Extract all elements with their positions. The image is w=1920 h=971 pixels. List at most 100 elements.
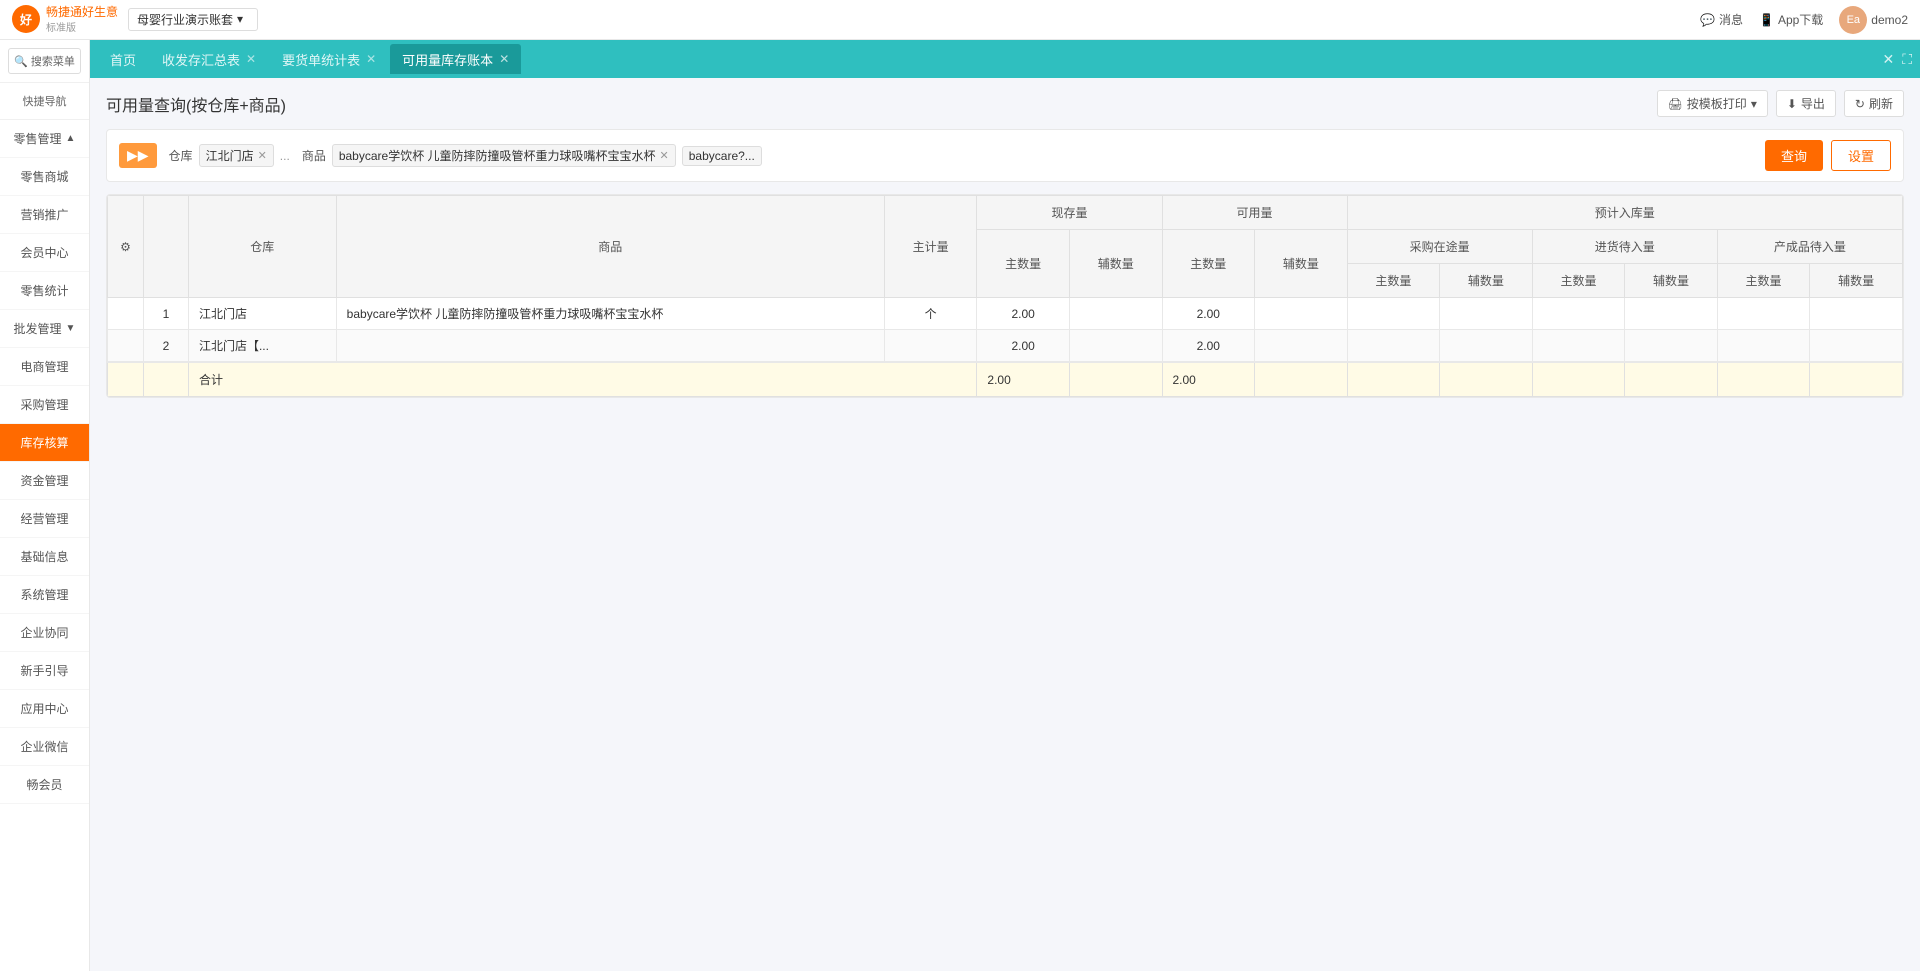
tab-close-all-icon[interactable]: ✕ — [1882, 51, 1894, 68]
sidebar-item-enterprise[interactable]: 企业协同 — [0, 614, 89, 652]
sidebar-item-wechat[interactable]: 企业微信 — [0, 728, 89, 766]
tab-order-stats-close[interactable]: ✕ — [366, 52, 376, 66]
product-filter-value1: babycare学饮杯 儿童防摔防撞吸管杯重力球吸嘴杯宝宝水杯 — [339, 147, 656, 164]
message-btn[interactable]: 💬 消息 — [1700, 11, 1743, 28]
footer-avail-aux — [1255, 362, 1348, 397]
tab-available-ledger-close[interactable]: ✕ — [499, 52, 509, 66]
product-filter-tag1[interactable]: babycare学饮杯 儿童防摔防撞吸管杯重力球吸嘴杯宝宝水杯 ✕ — [332, 144, 676, 167]
td-purchase-aux-group — [1440, 330, 1533, 363]
td-seq: 1 — [144, 298, 189, 330]
th-settings[interactable]: ⚙ — [108, 196, 144, 298]
sidebar-item-inventory[interactable]: 库存核算 — [0, 424, 89, 462]
th-production-aux: 辅数量 — [1810, 264, 1903, 298]
sidebar-item-label: 企业协同 — [20, 624, 68, 641]
td-product: babycare学饮杯 儿童防摔防撞吸管杯重力球吸嘴杯宝宝水杯 — [336, 298, 884, 330]
refresh-label: 刷新 — [1869, 95, 1893, 112]
th-stock-group: 现存量 — [977, 196, 1162, 230]
tab-available-ledger[interactable]: 可用量库存账本 ✕ — [390, 44, 521, 74]
avatar: Ea — [1839, 6, 1867, 34]
query-button[interactable]: 查询 — [1765, 140, 1823, 171]
td-production-aux-group — [1810, 330, 1903, 363]
sidebar-item-retail-mall[interactable]: 零售商城 — [0, 158, 89, 196]
inventory-table: ⚙ 仓库 商品 主计量 现存量 可用量 预计入库量 主数量 辅数 — [107, 195, 1903, 397]
quick-nav-label: 快捷导航 — [23, 96, 67, 108]
app-icon: 📱 — [1759, 13, 1774, 27]
sidebar-item-label: 会员中心 — [20, 244, 68, 261]
sidebar-item-purchase[interactable]: 采购管理 — [0, 386, 89, 424]
sidebar-item-finance[interactable]: 资金管理 — [0, 462, 89, 500]
content-area: 首页 收发存汇总表 ✕ 要货单统计表 ✕ 可用量库存账本 ✕ ✕ ⛶ — [90, 40, 1920, 971]
quick-nav-button[interactable]: 快捷导航 — [6, 89, 83, 113]
sidebar-item-marketing[interactable]: 营销推广 — [0, 196, 89, 234]
sidebar-item-retail-mgmt[interactable]: 零售管理 ▲ — [0, 120, 89, 158]
td-avail-main: 2.00 — [1162, 298, 1255, 330]
sidebar-item-label: 营销推广 — [20, 206, 68, 223]
print-template-button[interactable]: 🖨 按模板打印 ▾ — [1657, 90, 1768, 117]
td-purchase-main — [1347, 298, 1440, 330]
sidebar-item-operations[interactable]: 经营管理 — [0, 500, 89, 538]
product-filter-value2: babycare?... — [689, 149, 755, 163]
sidebar-item-newcomer[interactable]: 新手引导 — [0, 652, 89, 690]
username-label: demo2 — [1871, 13, 1908, 27]
sidebar-item-label: 零售统计 — [20, 282, 68, 299]
th-production-main: 主数量 — [1717, 264, 1810, 298]
footer-label: 合计 — [188, 362, 976, 397]
th-arrival-aux: 辅数量 — [1625, 264, 1718, 298]
sidebar-item-retail-stats[interactable]: 零售统计 — [0, 272, 89, 310]
expand-icon: ▼ — [66, 323, 76, 334]
app-download-btn[interactable]: 📱 App下载 — [1759, 11, 1823, 28]
tab-order-stats[interactable]: 要货单统计表 ✕ — [270, 44, 388, 74]
table-row: 1 江北门店 babycare学饮杯 儿童防摔防撞吸管杯重力球吸嘴杯宝宝水杯 个… — [108, 298, 1903, 330]
export-button[interactable]: ⬇ 导出 — [1776, 90, 1836, 117]
search-icon: 🔍 — [14, 55, 28, 68]
user-profile[interactable]: Ea demo2 — [1839, 6, 1908, 34]
product-filter-clear1[interactable]: ✕ — [660, 149, 669, 162]
sidebar-item-member[interactable]: 会员中心 — [0, 234, 89, 272]
sidebar-item-label: 新手引导 — [20, 662, 68, 679]
warehouse-filter-group: 仓库 江北门店 ✕ ... — [169, 144, 290, 167]
sidebar-item-vip[interactable]: 畅会员 — [0, 766, 89, 804]
dropdown-icon: ▾ — [237, 12, 243, 26]
td-avail-aux-group — [1255, 330, 1348, 363]
footer-purchase-aux — [1440, 362, 1533, 397]
footer-stock-aux — [1069, 362, 1162, 397]
tab-fullscreen-icon[interactable]: ⛶ — [1902, 51, 1912, 68]
product-filter-tag2[interactable]: babycare?... — [682, 146, 762, 166]
warehouse-filter-tag[interactable]: 江北门店 ✕ — [199, 144, 274, 167]
search-menu-button[interactable]: 🔍 搜索菜单 — [8, 48, 81, 74]
sidebar-item-ecommerce[interactable]: 电商管理 — [0, 348, 89, 386]
td-arrival-main-group — [1532, 330, 1625, 363]
sidebar-item-wholesale-mgmt[interactable]: 批发管理 ▼ — [0, 310, 89, 348]
column-settings-icon[interactable]: ⚙ — [120, 240, 131, 254]
tab-receipt-summary[interactable]: 收发存汇总表 ✕ — [150, 44, 268, 74]
td-purchase-aux — [1440, 298, 1533, 330]
sidebar-item-basic-info[interactable]: 基础信息 — [0, 538, 89, 576]
th-unit: 主计量 — [884, 196, 977, 298]
sidebar-item-app-center[interactable]: 应用中心 — [0, 690, 89, 728]
sidebar-item-label: 系统管理 — [20, 586, 68, 603]
topbar: 好 畅捷通好生意 标准版 母婴行业演示账套 ▾ 💬 消息 📱 App下载 Ea … — [0, 0, 1920, 40]
sidebar-item-label: 电商管理 — [20, 358, 68, 375]
table-footer-row: 合计 2.00 2.00 — [108, 362, 1903, 397]
industry-selector[interactable]: 母婴行业演示账套 ▾ — [128, 8, 258, 31]
footer-production-main — [1717, 362, 1810, 397]
th-purchase-transit-group: 采购在途量 — [1347, 230, 1532, 264]
sidebar-item-system[interactable]: 系统管理 — [0, 576, 89, 614]
th-avail-aux: 辅数量 — [1255, 230, 1348, 298]
industry-label: 母婴行业演示账套 — [137, 11, 233, 28]
topbar-left: 好 畅捷通好生意 标准版 母婴行业演示账套 ▾ — [12, 5, 258, 34]
filter-toggle-button[interactable]: ▶▶ — [119, 143, 157, 168]
quick-nav-area: 快捷导航 — [0, 83, 89, 120]
warehouse-filter-more[interactable]: ... — [280, 149, 290, 163]
tab-receipt-summary-close[interactable]: ✕ — [246, 52, 256, 66]
settings-button[interactable]: 设置 — [1831, 140, 1891, 171]
sidebar-item-label: 资金管理 — [20, 472, 68, 489]
tab-home[interactable]: 首页 — [98, 44, 148, 74]
td-warehouse-group: 江北门店【... — [188, 330, 336, 363]
message-label: 消息 — [1719, 11, 1743, 28]
app-logo: 好 畅捷通好生意 标准版 — [12, 5, 118, 34]
tab-home-label: 首页 — [110, 50, 136, 69]
refresh-button[interactable]: ↻ 刷新 — [1844, 90, 1904, 117]
warehouse-filter-clear[interactable]: ✕ — [258, 149, 267, 162]
td-stock-main: 2.00 — [977, 298, 1070, 330]
